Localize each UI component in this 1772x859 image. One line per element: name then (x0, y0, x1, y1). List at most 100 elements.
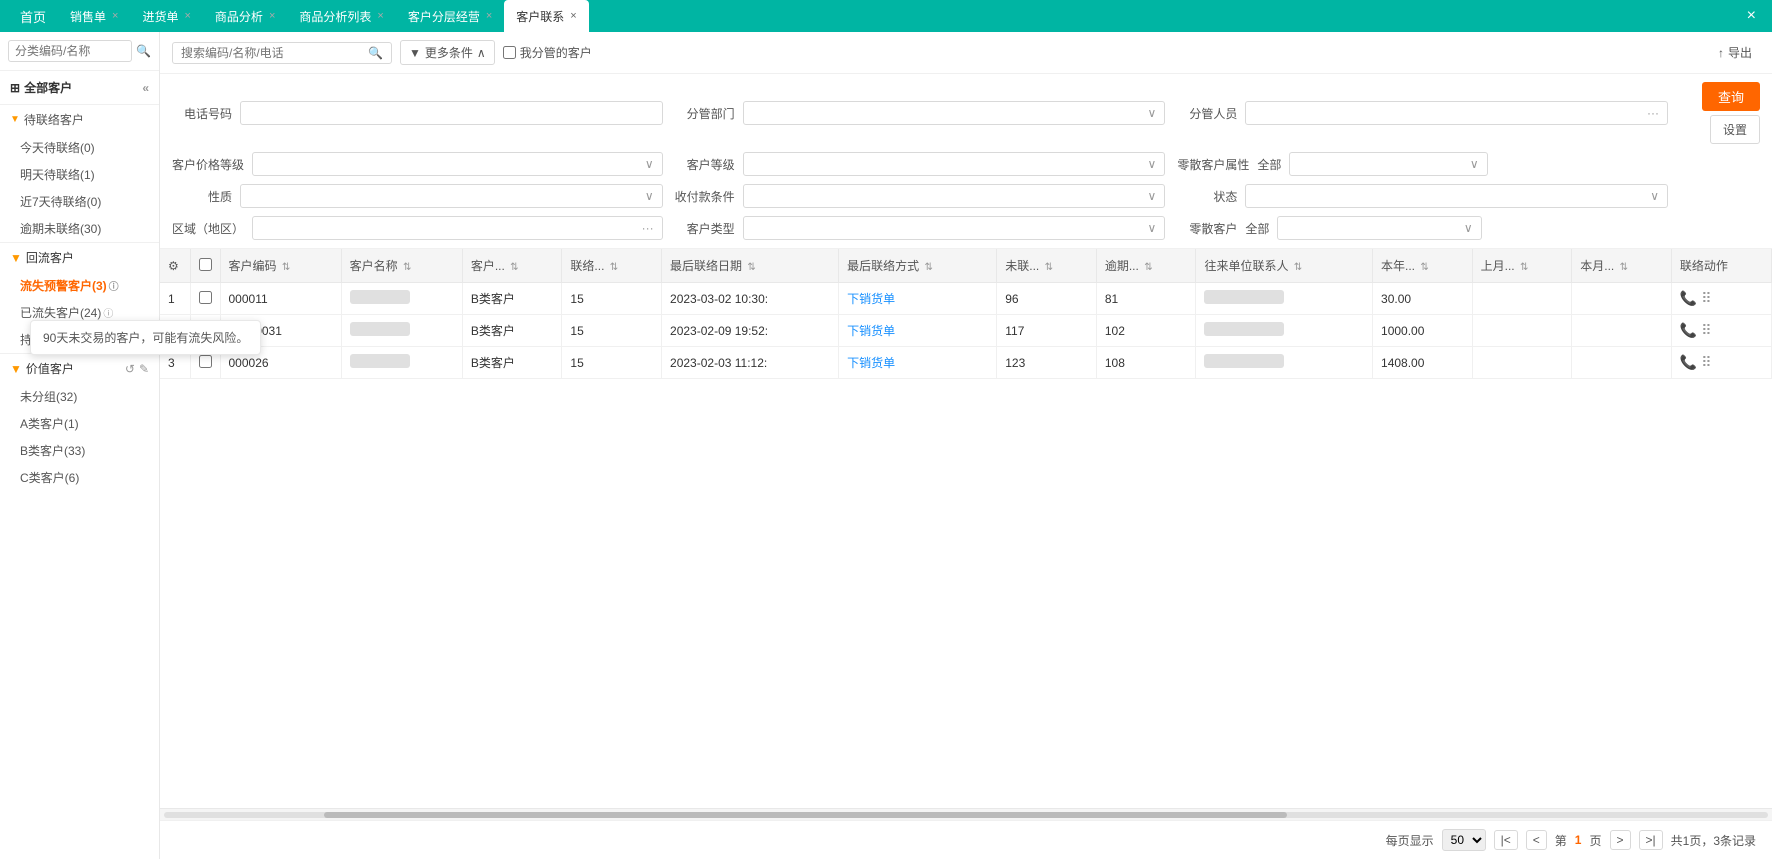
sidebar-item-ungrouped[interactable]: 未分组(32) (0, 383, 159, 410)
nav-home[interactable]: 首页 (8, 0, 58, 32)
sort-year-icon: ⇅ (1420, 262, 1428, 273)
close-analysis-list-tab[interactable]: × (377, 10, 383, 22)
select-all-checkbox[interactable] (199, 258, 212, 271)
sidebar-item-a-class[interactable]: A类客户(1) (0, 410, 159, 437)
region-dots[interactable]: ··· (642, 221, 654, 235)
sidebar-item-c-class[interactable]: C类客户(6) (0, 464, 159, 491)
row1-last-method[interactable]: 下销货单 (839, 283, 997, 315)
row1-phone-icon[interactable]: 📞 (1680, 290, 1697, 307)
filter-region-select[interactable]: ··· (252, 216, 663, 240)
zero-attr-arrow: ∨ (1470, 157, 1479, 171)
nav-item-customer-tier[interactable]: 客户分层经营 × (396, 0, 504, 32)
toolbar-search-icon[interactable]: 🔍 (368, 46, 383, 60)
table-row: 3 000026 B类客户 15 2023-02-03 11:12: 下销货单 … (160, 347, 1772, 379)
my-customers-check[interactable] (503, 46, 516, 59)
setting-button[interactable]: 设置 (1710, 115, 1760, 144)
nav-item-sales[interactable]: 销售单 × (58, 0, 130, 32)
horizontal-scrollbar[interactable] (160, 808, 1772, 820)
filter-payment-select[interactable]: ∨ (743, 184, 1166, 208)
filter-price-select[interactable]: ∨ (252, 152, 663, 176)
row3-check[interactable] (199, 355, 212, 368)
sidebar-group-value[interactable]: ▼ 价值客户 ↺ ✎ (0, 353, 159, 383)
nav-item-analysis[interactable]: 商品分析 × (203, 0, 287, 32)
sidebar-all-customers[interactable]: ⊞ 全部客户 « (0, 71, 159, 105)
nav-item-analysis-list[interactable]: 商品分析列表 × (287, 0, 395, 32)
col-last-date[interactable]: 最后联络日期 ⇅ (662, 249, 839, 283)
row3-more-icon[interactable]: ⠿ (1701, 354, 1711, 371)
col-checkbox[interactable] (190, 249, 220, 283)
col-name[interactable]: 客户名称 ⇅ (341, 249, 462, 283)
status-arrow: ∨ (1650, 189, 1659, 203)
nav-item-customer-contact[interactable]: 客户联系 × (504, 0, 588, 32)
prev-page-btn[interactable]: < (1526, 830, 1547, 850)
search-input[interactable] (181, 46, 368, 60)
col-last-month[interactable]: 上月... ⇅ (1472, 249, 1572, 283)
sidebar-item-today-pending[interactable]: 今天待联络(0) (0, 134, 159, 161)
row1-check[interactable] (199, 291, 212, 304)
col-contact[interactable]: 联络... ⇅ (562, 249, 662, 283)
close-purchase-tab[interactable]: × (184, 10, 190, 22)
last-page-btn[interactable]: >| (1639, 830, 1663, 850)
table-row: 1 000011 B类客户 15 2023-03-02 10:30: 下销货单 … (160, 283, 1772, 315)
sidebar-item-overdue-pending[interactable]: 逾期未联络(30) (0, 215, 159, 242)
filter-nature-select[interactable]: ∨ (240, 184, 663, 208)
filter-phone-input[interactable] (240, 101, 663, 125)
col-this-month[interactable]: 本月... ⇅ (1572, 249, 1672, 283)
first-page-btn[interactable]: |< (1494, 830, 1518, 850)
close-customer-tier-tab[interactable]: × (486, 10, 492, 22)
col-last-method[interactable]: 最后联络方式 ⇅ (839, 249, 997, 283)
sidebar-item-churn-warning[interactable]: 流失预警客户(3) ⓘ (0, 272, 159, 299)
per-page-select[interactable]: 50 (1442, 829, 1486, 851)
export-button[interactable]: ↑ 导出 (1710, 41, 1760, 64)
top-nav: 首页 销售单 × 进货单 × 商品分析 × 商品分析列表 × 客户分层经营 × … (0, 0, 1772, 32)
filter-zero-attr-select[interactable]: ∨ (1289, 152, 1487, 176)
row2-more-icon[interactable]: ⠿ (1701, 322, 1711, 339)
sort-type-icon: ⇅ (510, 262, 518, 273)
filter-dept-select[interactable]: ∨ (743, 101, 1166, 125)
next-page-btn[interactable]: > (1610, 830, 1631, 850)
manager-dots[interactable]: ··· (1647, 106, 1659, 120)
filter-status-select[interactable]: ∨ (1245, 184, 1668, 208)
filter-customer-type-select[interactable]: ∨ (743, 216, 1166, 240)
query-button[interactable]: 查询 (1702, 82, 1760, 111)
col-overdue[interactable]: 逾期... ⇅ (1096, 249, 1196, 283)
col-unlink[interactable]: 未联... ⇅ (997, 249, 1097, 283)
filter-customer-level-select[interactable]: ∨ (743, 152, 1166, 176)
close-sales-tab[interactable]: × (112, 10, 118, 22)
sidebar-search-input[interactable] (8, 40, 132, 62)
nav-item-purchase[interactable]: 进货单 × (130, 0, 202, 32)
filter-manager-select[interactable]: ··· (1245, 101, 1668, 125)
col-person[interactable]: 往来单位联系人 ⇅ (1196, 249, 1373, 283)
sidebar-group-pending[interactable]: ▼ 待联络客户 (0, 105, 159, 134)
refresh-icon[interactable]: ↺ (125, 362, 135, 376)
close-customer-contact-tab[interactable]: × (570, 10, 576, 22)
scrollbar-thumb[interactable] (324, 812, 1286, 818)
row3-last-method[interactable]: 下销货单 (839, 347, 997, 379)
col-type[interactable]: 客户... ⇅ (462, 249, 562, 283)
customer-type-arrow: ∨ (1148, 221, 1157, 235)
col-settings[interactable]: ⚙ (160, 249, 190, 283)
filter-zero-customer-select[interactable]: ∨ (1277, 216, 1481, 240)
sidebar-item-7day-pending[interactable]: 近7天待联络(0) (0, 188, 159, 215)
sidebar-group-return[interactable]: ▼ 回流客户 (0, 242, 159, 272)
col-year-amount[interactable]: 本年... ⇅ (1373, 249, 1473, 283)
sidebar: 🔍 ⊞ 全部客户 « ▼ 待联络客户 今天待联络(0) 明天待联络(1) 近7天… (0, 32, 160, 859)
row2-last-method[interactable]: 下销货单 (839, 315, 997, 347)
edit-icon[interactable]: ✎ (139, 362, 149, 376)
sidebar-item-b-class[interactable]: B类客户(33) (0, 437, 159, 464)
row1-more-icon[interactable]: ⠿ (1701, 290, 1711, 307)
row1-checkbox[interactable] (190, 283, 220, 315)
filter-phone-label: 电话号码 (172, 105, 232, 122)
close-analysis-tab[interactable]: × (269, 10, 275, 22)
filter-manager: 分管人员 ··· (1177, 101, 1668, 125)
sidebar-item-tomorrow-pending[interactable]: 明天待联络(1) (0, 161, 159, 188)
close-all-button[interactable]: × (1739, 7, 1764, 25)
col-code[interactable]: 客户编码 ⇅ (220, 249, 341, 283)
sidebar-search-icon[interactable]: 🔍 (136, 44, 151, 58)
row2-phone-icon[interactable]: 📞 (1680, 322, 1697, 339)
row3-phone-icon[interactable]: 📞 (1680, 354, 1697, 371)
filter-nature-label: 性质 (172, 188, 232, 205)
filter-price-level: 客户价格等级 ∨ (172, 152, 663, 176)
filter-more-btn[interactable]: ▼ 更多条件 ∧ (400, 40, 495, 65)
my-customers-checkbox[interactable]: 我分管的客户 (503, 44, 592, 61)
